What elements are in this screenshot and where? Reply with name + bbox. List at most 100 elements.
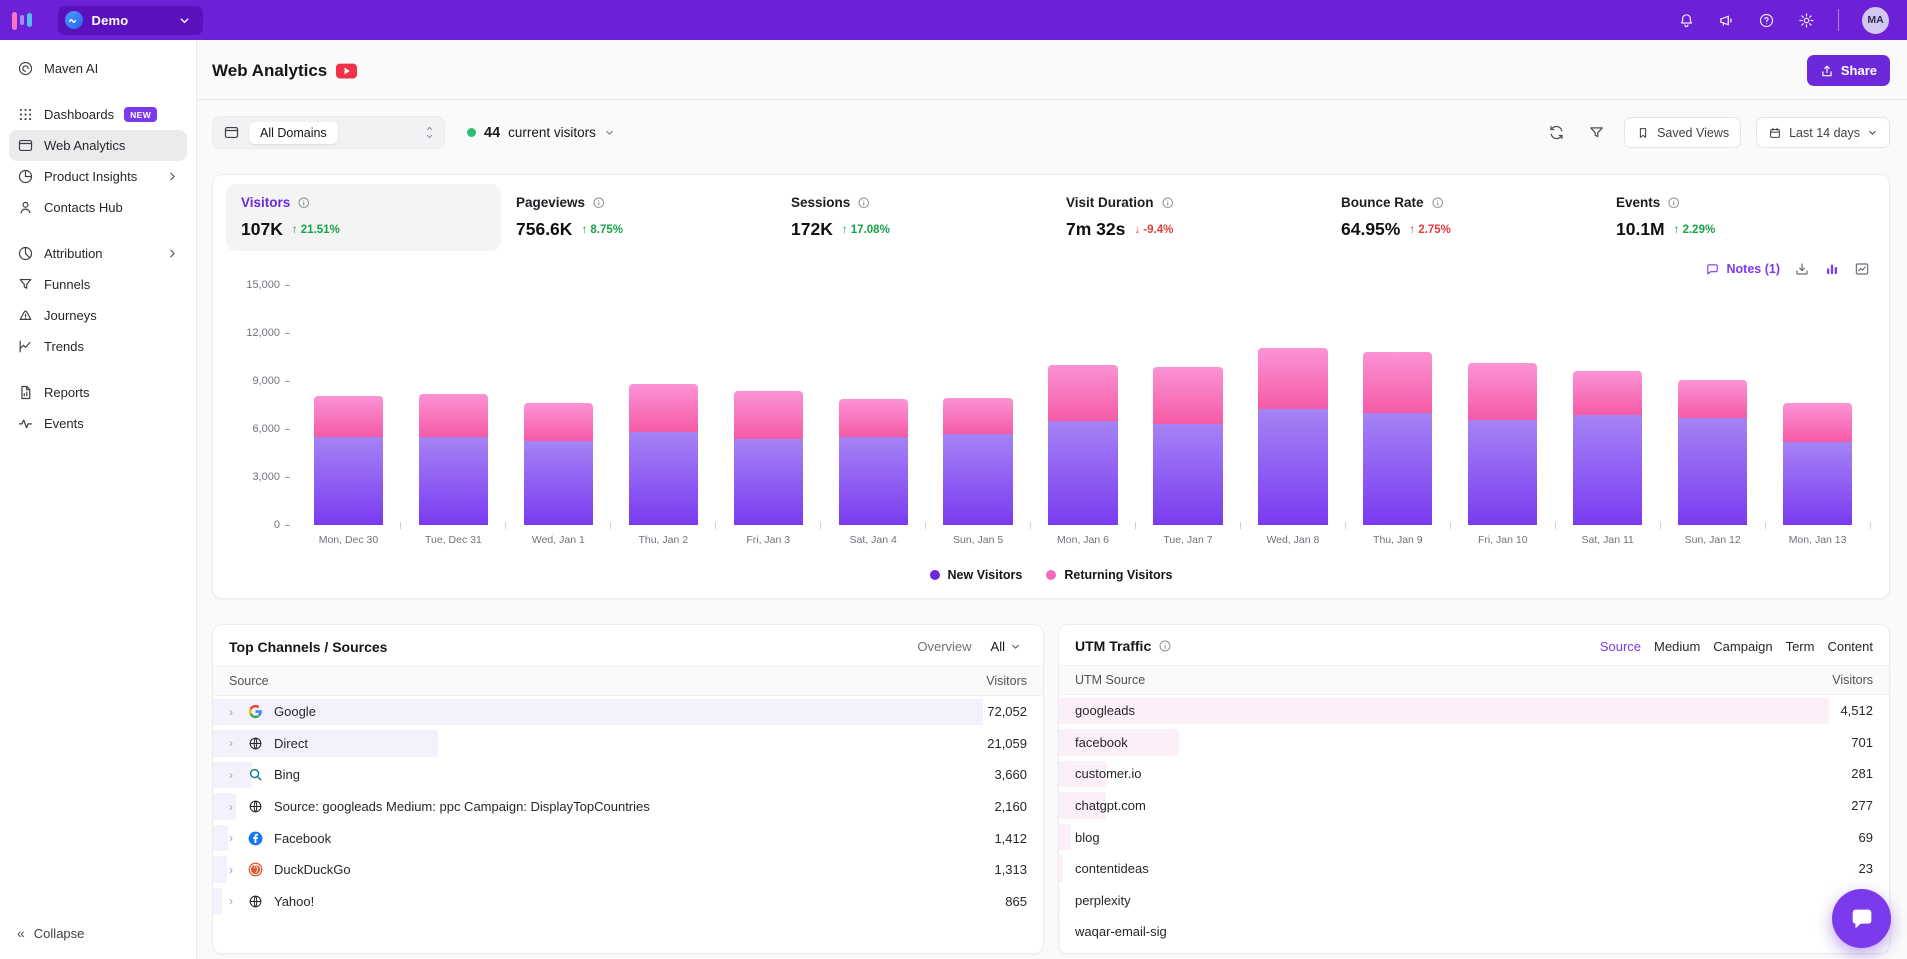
user-avatar[interactable]: MA (1862, 6, 1889, 34)
overview-toggle[interactable]: Overview (917, 639, 971, 654)
announcements-megaphone-icon[interactable] (1718, 12, 1735, 29)
table-row-facebook[interactable]: facebook 701 (1059, 727, 1889, 759)
row-label: customer.io (1075, 766, 1142, 782)
stacked-bar-sun-jan-12[interactable] (1678, 380, 1748, 525)
table-row-waqar-email-sig[interactable]: waqar-email-sig6 (1059, 916, 1889, 948)
info-icon (1159, 640, 1171, 652)
sidebar-item-journeys[interactable]: Journeys (9, 300, 187, 331)
stacked-bar-thu-jan-9[interactable] (1363, 352, 1433, 525)
sidebar-item-funnels[interactable]: Funnels (9, 269, 187, 300)
table-row-google[interactable]: › Google 72,052 (213, 696, 1043, 728)
legend-item-returning-visitors[interactable]: Returning Visitors (1046, 568, 1172, 582)
current-visitors[interactable]: 44 current visitors (467, 125, 615, 141)
workspace-switcher[interactable]: Demo (57, 5, 203, 35)
sidebar-item-reports[interactable]: Reports (9, 377, 187, 408)
help-icon[interactable] (1758, 12, 1775, 29)
table-row-customer-io[interactable]: customer.io 281 (1059, 758, 1889, 790)
domain-selector[interactable]: All Domains (212, 116, 445, 149)
metric-visit-duration[interactable]: Visit Duration 7m 32s ↓ -9.4% (1051, 184, 1326, 251)
sidebar-item-web-analytics[interactable]: Web Analytics (9, 130, 187, 161)
sidebar-item-events[interactable]: Events (9, 408, 187, 439)
metric-sessions[interactable]: Sessions 172K ↑ 17.08% (776, 184, 1051, 251)
video-tutorial-icon[interactable] (336, 63, 358, 79)
chat-launcher-button[interactable] (1832, 889, 1891, 948)
stacked-bar-mon-jan-6[interactable] (1048, 365, 1118, 525)
stacked-bar-wed-jan-8[interactable] (1258, 348, 1328, 525)
notes-label: Notes (1) (1726, 262, 1780, 276)
table-row-googleads[interactable]: googleads 4,512 (1059, 695, 1889, 727)
metric-pageviews[interactable]: Pageviews 756.6K ↑ 8.75% (501, 184, 776, 251)
sidebar-item-product-insights[interactable]: Product Insights (9, 161, 187, 192)
expand-chevron-icon[interactable]: › (229, 832, 238, 844)
table-row-source-googleads-medium-ppc-campaign-dis[interactable]: › Source: googleads Medium: ppc Campaign:… (213, 791, 1043, 823)
stacked-bar-tue-dec-31[interactable] (418, 393, 489, 525)
utm-tab-campaign[interactable]: Campaign (1713, 639, 1772, 654)
stacked-bar-sat-jan-4[interactable] (838, 398, 908, 525)
expand-chevron-icon[interactable]: › (229, 737, 238, 749)
metric-bounce-rate[interactable]: Bounce Rate 64.95% ↑ 2.75% (1326, 184, 1601, 251)
metric-visitors[interactable]: Visitors 107K ↑ 21.51% (226, 184, 501, 251)
utm-tab-source[interactable]: Source (1600, 639, 1641, 654)
expand-chevron-icon[interactable]: › (229, 706, 238, 718)
stacked-bar-sat-jan-11[interactable] (1573, 370, 1643, 525)
sidebar-collapse-button[interactable]: « Collapse (9, 919, 187, 947)
utm-tab-content[interactable]: Content (1827, 639, 1873, 654)
refresh-button[interactable] (1544, 120, 1569, 145)
info-icon[interactable] (592, 196, 606, 210)
sidebar-item-maven-ai[interactable]: Maven AI (9, 53, 187, 84)
info-icon[interactable] (1161, 196, 1175, 210)
filter-funnel-button[interactable] (1584, 120, 1609, 145)
app-logo-icon[interactable] (12, 10, 32, 30)
metric-change: ↓ -9.4% (1134, 223, 1174, 236)
table-row-bing[interactable]: › Bing 3,660 (213, 759, 1043, 791)
line-chart-toggle-icon[interactable] (1854, 261, 1870, 277)
stacked-bar-thu-jan-2[interactable] (628, 384, 698, 525)
overview-card: Visitors 107K ↑ 21.51% Pageviews 756.6K ↑ 8.7… (212, 174, 1890, 599)
table-row-facebook[interactable]: › Facebook 1,412 (213, 822, 1043, 854)
row-visitors-value: 1,412 (994, 830, 1027, 846)
table-row-blog[interactable]: blog 69 (1059, 821, 1889, 853)
info-icon[interactable] (1431, 196, 1445, 210)
sidebar-item-trends[interactable]: Trends (9, 331, 187, 362)
share-button[interactable]: Share (1806, 55, 1890, 86)
legend-item-new-visitors[interactable]: New Visitors (929, 568, 1022, 582)
table-row-chatgpt-com[interactable]: chatgpt.com 277 (1059, 790, 1889, 822)
info-icon[interactable] (1667, 196, 1681, 210)
metric-events[interactable]: Events 10.1M ↑ 2.29% (1601, 184, 1876, 251)
metric-change: ↑ 2.75% (1409, 223, 1451, 236)
settings-gear-icon[interactable] (1798, 12, 1815, 29)
bar-chart-toggle-icon[interactable] (1824, 261, 1840, 277)
info-icon[interactable] (297, 196, 311, 210)
table-row-contentideas[interactable]: contentideas 23 (1059, 853, 1889, 885)
table-row-perplexity[interactable]: perplexity2 (1059, 885, 1889, 917)
date-range-button[interactable]: Last 14 days (1756, 117, 1890, 148)
expand-chevron-icon[interactable]: › (229, 864, 238, 876)
notes-button[interactable]: Notes (1) (1705, 262, 1780, 277)
table-row-direct[interactable]: › Direct 21,059 (213, 728, 1043, 760)
stacked-bar-fri-jan-10[interactable] (1468, 363, 1538, 525)
bookmark-icon (1639, 127, 1647, 138)
channels-filter-dropdown[interactable]: All (985, 638, 1027, 655)
stacked-bar-wed-jan-1[interactable] (523, 402, 593, 525)
utm-tab-medium[interactable]: Medium (1654, 639, 1700, 654)
table-row-duckduckgo[interactable]: › DuckDuckGo 1,313 (213, 854, 1043, 886)
stacked-bar-tue-jan-7[interactable] (1153, 366, 1223, 525)
row-label: chatgpt.com (1075, 798, 1146, 814)
expand-chevron-icon[interactable]: › (229, 895, 238, 907)
sidebar-item-attribution[interactable]: Attribution (9, 238, 187, 269)
sidebar-item-dashboards[interactable]: Dashboards NEW (9, 99, 187, 130)
expand-chevron-icon[interactable]: › (229, 801, 238, 813)
notifications-bell-icon[interactable] (1678, 12, 1695, 29)
saved-views-button[interactable]: Saved Views (1624, 117, 1742, 148)
row-visitors-value: 1,313 (994, 862, 1027, 878)
expand-chevron-icon[interactable]: › (229, 769, 238, 781)
stacked-bar-fri-jan-3[interactable] (733, 391, 803, 525)
stacked-bar-mon-dec-30[interactable] (313, 396, 384, 525)
info-icon[interactable] (857, 196, 871, 210)
table-row-yahoo-[interactable]: › Yahoo! 865 (213, 886, 1043, 918)
stacked-bar-mon-jan-13[interactable] (1782, 402, 1853, 525)
download-chart-icon[interactable] (1794, 261, 1810, 277)
utm-tab-term[interactable]: Term (1786, 639, 1815, 654)
stacked-bar-sun-jan-5[interactable] (943, 397, 1013, 525)
sidebar-item-contacts-hub[interactable]: Contacts Hub (9, 192, 187, 223)
